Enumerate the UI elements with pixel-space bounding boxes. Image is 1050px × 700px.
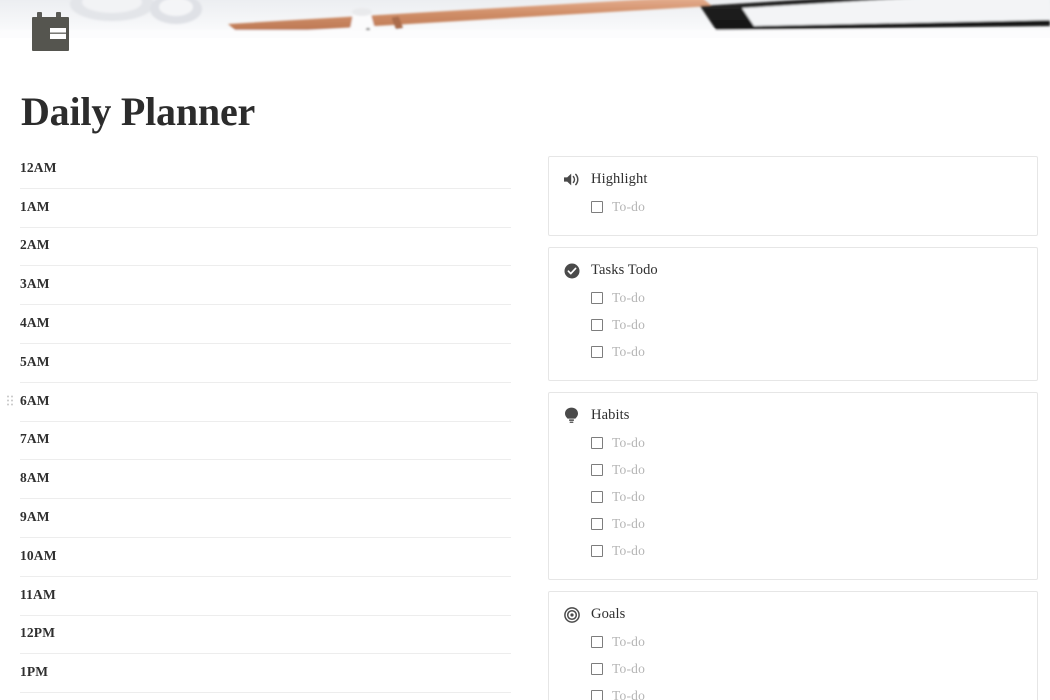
- hour-row[interactable]: 9AM: [20, 499, 511, 538]
- panel-title: Habits: [591, 407, 630, 423]
- todo-item[interactable]: To-do: [591, 456, 1021, 483]
- panel-card-tasks-todo: Tasks Todo To-do To-do To-do: [548, 247, 1038, 381]
- todo-label[interactable]: To-do: [612, 688, 645, 700]
- panel-title: Tasks Todo: [591, 262, 658, 278]
- hour-row[interactable]: 3AM: [20, 266, 511, 306]
- hour-list: 12AM 1AM 2AM 3AM 4AM 5AM 6AM 7AM 8AM 9AM 10AM 11AM 1…: [0, 150, 520, 694]
- panel-header: Tasks Todo: [563, 262, 1021, 279]
- todo-item[interactable]: To-do: [591, 193, 1021, 220]
- hour-row[interactable]: 6AM: [7, 383, 511, 422]
- todo-checkbox[interactable]: [591, 318, 603, 331]
- todo-label[interactable]: To-do: [612, 435, 645, 451]
- hour-label: 1AM: [20, 198, 50, 214]
- todo-label[interactable]: To-do: [612, 661, 645, 677]
- hour-row[interactable]: 1PM: [20, 654, 511, 694]
- todo-label[interactable]: To-do: [612, 516, 645, 532]
- todo-checkbox[interactable]: [591, 200, 603, 213]
- todo-checkbox[interactable]: [591, 544, 603, 557]
- notebook-icon[interactable]: [30, 10, 76, 56]
- todo-label[interactable]: To-do: [612, 344, 645, 360]
- todo-item[interactable]: To-do: [591, 338, 1021, 365]
- todo-item[interactable]: To-do: [591, 628, 1021, 655]
- hour-label: 12AM: [20, 159, 57, 175]
- hour-label: 3AM: [20, 276, 50, 292]
- hour-row[interactable]: 7AM: [20, 422, 511, 461]
- todo-checkbox[interactable]: [591, 463, 603, 476]
- todo-item[interactable]: To-do: [591, 682, 1021, 700]
- todo-item[interactable]: To-do: [591, 284, 1021, 311]
- hour-label: 9AM: [20, 509, 50, 525]
- hour-label: 11AM: [20, 586, 56, 602]
- target-icon: [563, 606, 580, 623]
- todo-list: To-do To-do To-do: [563, 628, 1021, 700]
- hour-label: 5AM: [20, 353, 50, 369]
- check-circle-icon: [563, 262, 580, 279]
- page-title: Daily Planner: [21, 89, 256, 134]
- planner-body: 12AM 1AM 2AM 3AM 4AM 5AM 6AM 7AM 8AM 9AM 10AM 11AM 1…: [0, 150, 1050, 700]
- hour-row[interactable]: 1AM: [20, 189, 511, 228]
- todo-checkbox[interactable]: [591, 635, 603, 648]
- panel-list: Highlight To-do Tasks Todo To-do To-do To-do H…: [548, 156, 1038, 700]
- speaker-icon: [563, 171, 580, 188]
- panel-title: Highlight: [591, 171, 648, 187]
- hour-label: 8AM: [20, 470, 50, 486]
- todo-checkbox[interactable]: [591, 490, 603, 503]
- todo-list: To-do To-do To-do: [563, 284, 1021, 365]
- todo-item[interactable]: To-do: [591, 510, 1021, 537]
- panel-card-highlight: Highlight To-do: [548, 156, 1038, 236]
- daily-planner-page: Daily Planner 12AM 1AM 2AM 3AM 4AM 5AM 6AM 7AM 8…: [0, 0, 1050, 700]
- drag-handle-icon[interactable]: [7, 395, 16, 408]
- hour-row[interactable]: 4AM: [20, 305, 511, 344]
- todo-label[interactable]: To-do: [612, 462, 645, 478]
- hour-label: 2AM: [20, 237, 50, 253]
- hour-label: 1PM: [20, 664, 49, 680]
- hour-row[interactable]: 12AM: [20, 150, 511, 189]
- todo-checkbox[interactable]: [591, 689, 603, 700]
- todo-item[interactable]: To-do: [591, 483, 1021, 510]
- hour-label: 10AM: [20, 547, 57, 563]
- todo-label[interactable]: To-do: [612, 290, 645, 306]
- cover-photo-art: [0, 0, 1050, 38]
- todo-checkbox[interactable]: [591, 662, 603, 675]
- todo-label[interactable]: To-do: [612, 199, 645, 215]
- cover-image: [0, 0, 1050, 38]
- todo-list: To-do To-do To-do To-do To-do: [563, 429, 1021, 564]
- panel-header: Goals: [563, 606, 1021, 623]
- panel-title: Goals: [591, 606, 626, 622]
- hour-row[interactable]: 8AM: [20, 460, 511, 500]
- panel-card-habits: Habits To-do To-do To-do To-do To-do: [548, 392, 1038, 580]
- todo-checkbox[interactable]: [591, 517, 603, 530]
- notebook-icon-glyph: [32, 12, 69, 51]
- hour-label: 7AM: [20, 431, 50, 447]
- hour-row[interactable]: 12PM: [20, 616, 511, 655]
- todo-label[interactable]: To-do: [612, 317, 645, 333]
- hour-row[interactable]: 2AM: [20, 228, 511, 267]
- todo-label[interactable]: To-do: [612, 634, 645, 650]
- todo-label[interactable]: To-do: [612, 543, 645, 559]
- todo-checkbox[interactable]: [591, 291, 603, 304]
- todo-checkbox[interactable]: [591, 345, 603, 358]
- panel-header: Habits: [563, 407, 1021, 424]
- todo-checkbox[interactable]: [591, 436, 603, 449]
- todo-item[interactable]: To-do: [591, 311, 1021, 338]
- hour-row[interactable]: 5AM: [20, 344, 511, 383]
- hour-row[interactable]: 10AM: [20, 538, 511, 577]
- panel-header: Highlight: [563, 171, 1021, 188]
- hour-row[interactable]: 11AM: [20, 577, 511, 616]
- todo-item[interactable]: To-do: [591, 537, 1021, 564]
- todo-item[interactable]: To-do: [591, 429, 1021, 456]
- todo-label[interactable]: To-do: [612, 489, 645, 505]
- hour-label: 4AM: [20, 315, 50, 331]
- lightbulb-icon: [563, 407, 580, 424]
- hour-label: 6AM: [20, 392, 50, 408]
- todo-list: To-do: [563, 193, 1021, 220]
- hour-label: 12PM: [20, 625, 56, 641]
- todo-item[interactable]: To-do: [591, 655, 1021, 682]
- panel-card-goals: Goals To-do To-do To-do: [548, 591, 1038, 700]
